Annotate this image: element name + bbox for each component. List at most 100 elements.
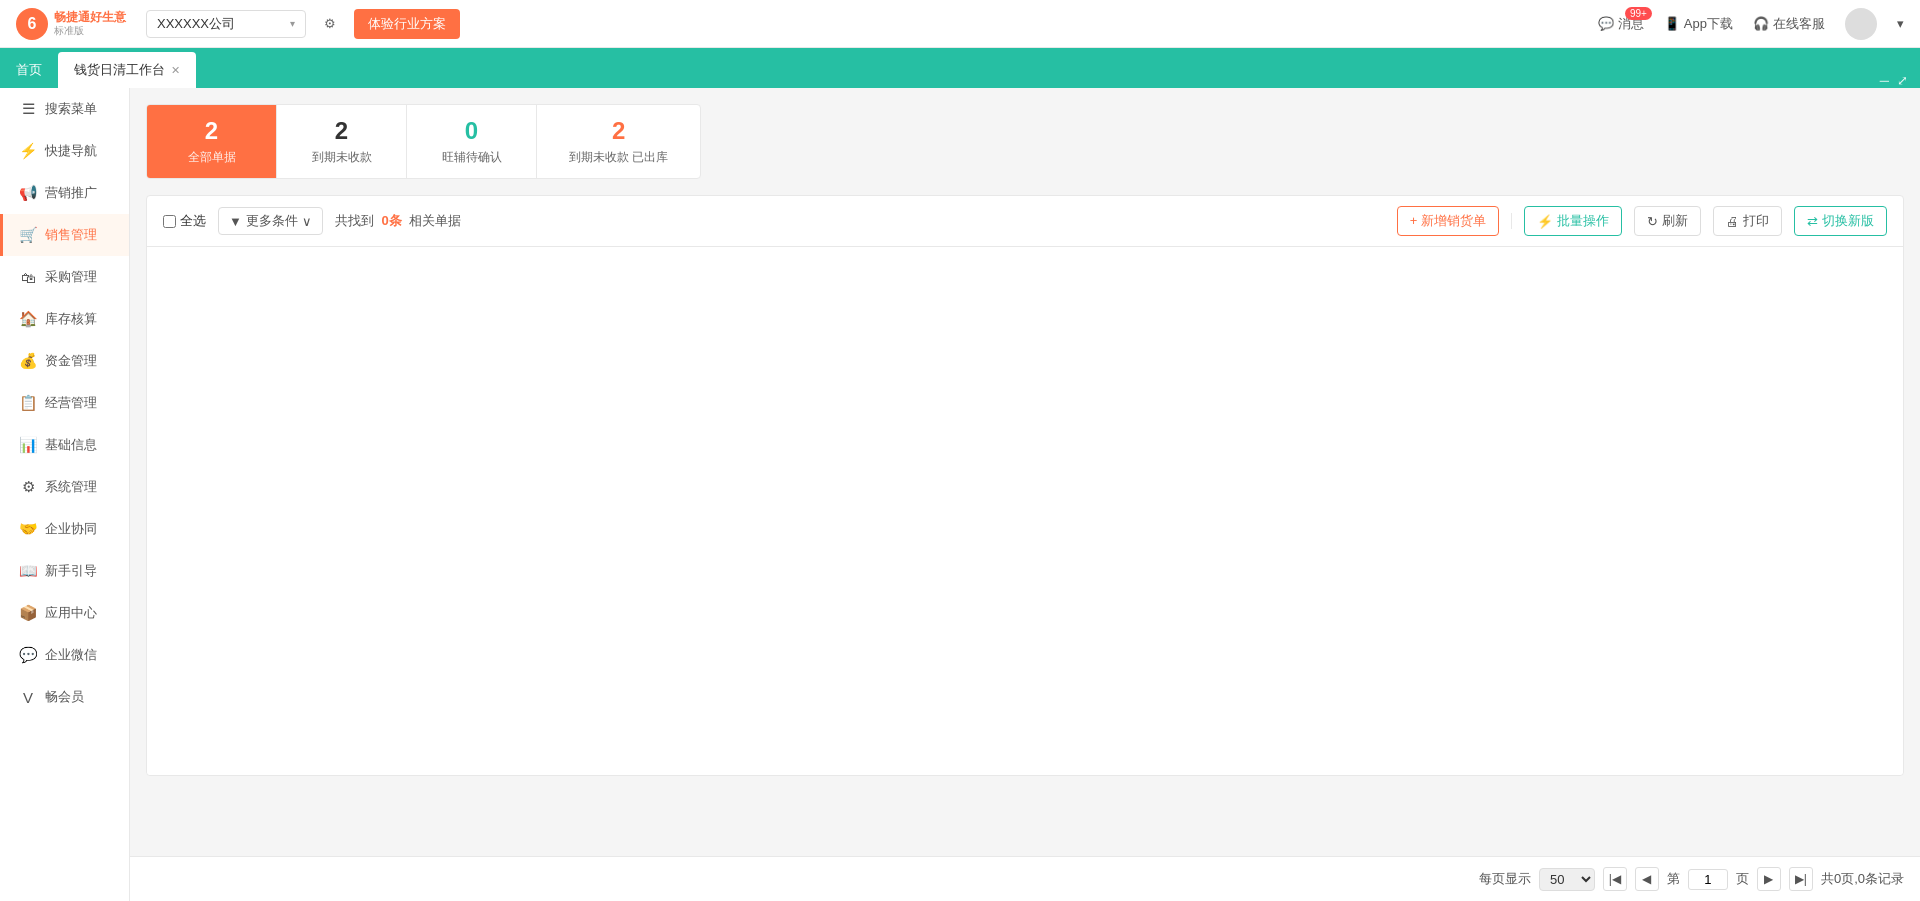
sidebar-label-sales: 销售管理	[45, 226, 97, 244]
app-download-button[interactable]: 📱 App下载	[1664, 15, 1733, 33]
sidebar-item-quicknav[interactable]: ⚡ 快捷导航	[0, 130, 129, 172]
sidebar-item-guide[interactable]: 📖 新手引导	[0, 550, 129, 592]
service-icon: 🎧	[1753, 16, 1769, 31]
tab-qianhuo[interactable]: 钱货日清工作台 ✕	[58, 52, 196, 88]
logo-title: 畅捷通好生意	[54, 10, 126, 24]
filter-button[interactable]: ▼ 更多条件 ∨	[218, 207, 323, 235]
select-all-text: 全选	[180, 212, 206, 230]
company-name: XXXXXX公司	[157, 15, 286, 33]
refresh-button[interactable]: ↻ 刷新	[1634, 206, 1701, 236]
print-button[interactable]: 🖨 打印	[1713, 206, 1782, 236]
sidebar-item-inventory[interactable]: 🏠 库存核算	[0, 298, 129, 340]
stat-label-pending: 旺辅待确认	[439, 149, 504, 166]
table-area	[147, 255, 1903, 775]
logo-subtitle: 标准版	[54, 25, 126, 37]
tab-home[interactable]: 首页	[0, 52, 58, 88]
basic-icon: 📊	[19, 436, 37, 454]
chevron-down-icon: ▾	[1897, 16, 1904, 31]
page-suffix: 页	[1736, 870, 1749, 888]
sidebar-item-member[interactable]: V 畅会员	[0, 676, 129, 718]
prev-page-button[interactable]: ◀	[1635, 867, 1659, 891]
header-right: 💬 消息 99+ 📱 App下载 🎧 在线客服 ▾	[1598, 8, 1904, 40]
quicknav-icon: ⚡	[19, 142, 37, 160]
top-header: 6 畅捷通好生意 标准版 XXXXXX公司 ▾ ⚙ 体验行业方案 💬 消息 99…	[0, 0, 1920, 48]
logo-icon: 6	[16, 8, 48, 40]
sidebar: ☰ 搜索菜单 ⚡ 快捷导航 📢 营销推广 🛒 销售管理 🛍 采购管理 🏠 库存核…	[0, 88, 130, 901]
sidebar-item-sales[interactable]: 🛒 销售管理	[0, 214, 129, 256]
sidebar-item-basic[interactable]: 📊 基础信息	[0, 424, 129, 466]
logo-area: 6 畅捷通好生意 标准版	[16, 8, 146, 40]
stat-cards: 2 全部单据 2 到期未收款 0 旺辅待确认 2 到期未收款 已出库	[146, 104, 701, 179]
batch-operation-button[interactable]: ⚡ 批量操作	[1524, 206, 1622, 236]
last-page-button[interactable]: ▶|	[1789, 867, 1813, 891]
stat-label-all: 全部单据	[179, 149, 244, 166]
toolbar: 全选 ▼ 更多条件 ∨ 共找到 0条 相关单据 + 新增销货单 ⚡ 批	[147, 196, 1903, 247]
minimize-icon[interactable]: ─	[1880, 73, 1889, 88]
select-all-label[interactable]: 全选	[163, 212, 206, 230]
logo-text-area: 畅捷通好生意 标准版	[54, 10, 126, 36]
sidebar-item-operation[interactable]: 📋 经营管理	[0, 382, 129, 424]
divider1	[1511, 213, 1512, 229]
sidebar-item-search[interactable]: ☰ 搜索菜单	[0, 88, 129, 130]
sidebar-item-cooperation[interactable]: 🤝 企业协同	[0, 508, 129, 550]
sidebar-label-wechat: 企业微信	[45, 646, 97, 664]
sidebar-item-finance[interactable]: 💰 资金管理	[0, 340, 129, 382]
expand-icon[interactable]: ⤢	[1897, 73, 1908, 88]
sidebar-label-member: 畅会员	[45, 688, 84, 706]
member-icon: V	[19, 688, 37, 706]
toolbar-left: 全选 ▼ 更多条件 ∨ 共找到 0条 相关单据	[163, 207, 1385, 235]
batch-icon: ⚡	[1537, 214, 1553, 229]
nav-tab-icons: ─ ⤢	[1880, 73, 1920, 88]
total-label: 共0页,0条记录	[1821, 870, 1904, 888]
download-icon: 📱	[1664, 16, 1680, 31]
select-all-checkbox[interactable]	[163, 215, 176, 228]
per-page-label: 每页显示	[1479, 870, 1531, 888]
stat-card-shipped[interactable]: 2 到期未收款 已出库	[537, 105, 700, 178]
sidebar-label-operation: 经营管理	[45, 394, 97, 412]
company-selector[interactable]: XXXXXX公司 ▾	[146, 10, 306, 38]
settings-button[interactable]: ⚙	[314, 8, 346, 40]
experience-button[interactable]: 体验行业方案	[354, 9, 460, 39]
sidebar-item-wechat[interactable]: 💬 企业微信	[0, 634, 129, 676]
sidebar-label-finance: 资金管理	[45, 352, 97, 370]
next-page-button[interactable]: ▶	[1757, 867, 1781, 891]
operation-icon: 📋	[19, 394, 37, 412]
add-sales-button[interactable]: + 新增销货单	[1397, 206, 1499, 236]
main-content: 2 全部单据 2 到期未收款 0 旺辅待确认 2 到期未收款 已出库 全选	[130, 88, 1920, 901]
sidebar-item-system[interactable]: ⚙ 系统管理	[0, 466, 129, 508]
online-service-button[interactable]: 🎧 在线客服	[1753, 15, 1825, 33]
user-menu[interactable]: ▾	[1897, 16, 1904, 31]
user-avatar[interactable]	[1845, 8, 1877, 40]
wechat-icon: 💬	[19, 646, 37, 664]
stat-number-shipped: 2	[569, 117, 668, 145]
sidebar-label-guide: 新手引导	[45, 562, 97, 580]
sales-icon: 🛒	[19, 226, 37, 244]
stat-card-all[interactable]: 2 全部单据	[147, 105, 277, 178]
tab-close-icon[interactable]: ✕	[171, 64, 180, 77]
finance-icon: 💰	[19, 352, 37, 370]
page-input[interactable]	[1688, 869, 1728, 890]
switch-version-button[interactable]: ⇄ 切换新版	[1794, 206, 1887, 236]
page-label: 第	[1667, 870, 1680, 888]
content-area: 全选 ▼ 更多条件 ∨ 共找到 0条 相关单据 + 新增销货单 ⚡ 批	[146, 195, 1904, 776]
found-count: 0条	[382, 213, 402, 228]
message-icon: 💬	[1598, 16, 1614, 31]
filter-label: 更多条件	[246, 212, 298, 230]
sidebar-label-search: 搜索菜单	[45, 100, 97, 118]
message-button[interactable]: 💬 消息 99+	[1598, 15, 1644, 33]
chevron-down-icon: ▾	[290, 18, 295, 29]
first-page-button[interactable]: |◀	[1603, 867, 1627, 891]
stat-number-overdue: 2	[309, 117, 374, 145]
inventory-icon: 🏠	[19, 310, 37, 328]
per-page-select[interactable]: 50 20 100	[1539, 868, 1595, 891]
stat-card-overdue[interactable]: 2 到期未收款	[277, 105, 407, 178]
online-service-label: 在线客服	[1773, 15, 1825, 33]
purchase-icon: 🛍	[19, 268, 37, 286]
sidebar-label-system: 系统管理	[45, 478, 97, 496]
sidebar-item-purchase[interactable]: 🛍 采购管理	[0, 256, 129, 298]
chevron-down-icon: ∨	[302, 214, 312, 229]
stat-card-pending[interactable]: 0 旺辅待确认	[407, 105, 537, 178]
sidebar-item-marketing[interactable]: 📢 营销推广	[0, 172, 129, 214]
sidebar-label-appcenter: 应用中心	[45, 604, 97, 622]
sidebar-item-appcenter[interactable]: 📦 应用中心	[0, 592, 129, 634]
